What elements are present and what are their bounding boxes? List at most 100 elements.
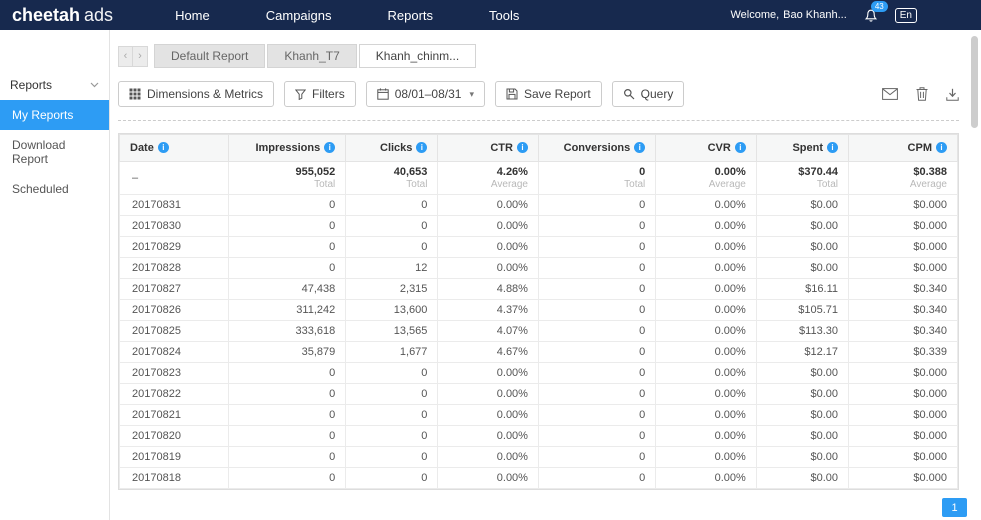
value-cell: $0.00 [755,425,850,447]
tab-bar: ‹ › Default Report Khanh_T7 Khanh_chinm... [118,44,959,68]
date-cell: 20170829 [119,236,229,258]
welcome-label: Welcome, [730,9,780,21]
totals-date-cell: – [119,161,229,195]
dimensions-metrics-button[interactable]: Dimensions & Metrics [118,81,275,107]
table-row[interactable]: 20170822 0 0 0.00% 0 0.00% $0.00 $0.000 [119,383,958,405]
sidebar-section-reports[interactable]: Reports [0,70,109,100]
value-cell: 0 [227,467,347,489]
value-cell: 4.07% [437,320,539,342]
mail-icon[interactable] [882,88,898,100]
language-selector[interactable]: En [894,7,917,23]
chevron-down-icon [90,82,99,88]
info-icon[interactable]: i [157,142,169,153]
value-cell: 0.00% [655,446,757,468]
value-cell: $0.00 [755,446,850,468]
value-cell: 4.67% [437,341,539,363]
nav-item-campaigns[interactable]: Campaigns [266,8,332,23]
value-cell: 13,565 [345,320,439,342]
date-cell: 20170820 [119,425,229,447]
column-header-spent[interactable]: Spent i [755,134,850,162]
table-row[interactable]: 20170824 35,879 1,677 4.67% 0 0.00% $12.17 $0.3… [119,341,958,363]
top-navbar: cheetah ads Home Campaigns Reports Tools We… [0,0,981,30]
tab-scroll-right-icon[interactable]: › [133,45,148,67]
column-header-ctr[interactable]: CTR i [437,134,539,162]
value-cell: 0 [227,362,347,384]
trash-icon[interactable] [916,87,928,101]
notification-bell-icon[interactable]: 43 [863,0,888,23]
nav-item-tools[interactable]: Tools [489,8,519,23]
toolbar-right-icons [882,87,959,101]
value-cell: 0.00% [437,383,539,405]
date-cell: 20170828 [119,257,229,279]
table-row[interactable]: 20170820 0 0 0.00% 0 0.00% $0.00 $0.000 [119,425,958,447]
table-row[interactable]: 20170819 0 0 0.00% 0 0.00% $0.00 $0.000 [119,446,958,468]
info-icon[interactable]: i [734,142,746,153]
info-icon[interactable]: i [416,142,428,153]
table-row[interactable]: 20170831 0 0 0.00% 0 0.00% $0.00 $0.000 [119,194,958,216]
sidebar-item-my-reports[interactable]: My Reports [0,100,109,130]
value-cell: 0.00% [437,215,539,237]
value-cell: 0.00% [655,257,757,279]
table-row[interactable]: 20170821 0 0 0.00% 0 0.00% $0.00 $0.000 [119,404,958,426]
pagination: 1 [942,498,967,517]
value-cell: 0.00% [655,215,757,237]
nav-item-reports[interactable]: Reports [388,8,434,23]
value-cell: 0 [345,404,439,426]
table-row[interactable]: 20170829 0 0 0.00% 0 0.00% $0.00 $0.000 [119,236,958,258]
sidebar-section-label: Reports [10,78,53,92]
table-row[interactable]: 20170828 0 12 0.00% 0 0.00% $0.00 $0.000 [119,257,958,279]
sidebar-item-scheduled[interactable]: Scheduled [0,174,109,204]
column-header-cpm[interactable]: CPM i [848,134,958,162]
table-row[interactable]: 20170830 0 0 0.00% 0 0.00% $0.00 $0.000 [119,215,958,237]
value-cell: $0.00 [755,467,850,489]
main-nav: Home Campaigns Reports Tools [175,8,519,23]
table-row[interactable]: 20170826 311,242 13,600 4.37% 0 0.00% $105.71 $… [119,299,958,321]
value-cell: $0.340 [848,320,958,342]
value-cell: 0 [345,383,439,405]
table-row[interactable]: 20170827 47,438 2,315 4.88% 0 0.00% $16.11 $0.3… [119,278,958,300]
value-cell: $0.000 [848,446,958,468]
value-cell: 0 [537,467,657,489]
sidebar-item-download-report[interactable]: Download Report [0,130,109,174]
column-label: CVR [707,142,731,154]
table-body: –955,052 Total 40,653 Total 4.26% Average 0 Tot… [119,161,958,489]
scrollbar[interactable] [971,36,978,514]
download-icon[interactable] [946,88,959,101]
tab-scroll-left-icon[interactable]: ‹ [118,45,133,67]
table-row[interactable]: 20170818 0 0 0.00% 0 0.00% $0.00 $0.000 [119,467,958,489]
info-icon[interactable]: i [827,142,838,153]
value-cell: 0 [227,194,347,216]
value-cell: 0 [537,278,657,300]
column-header-cvr[interactable]: CVR i [655,134,757,162]
date-range-picker[interactable]: 08/01–08/31 ▾ [365,81,485,107]
page-1-button[interactable]: 1 [942,498,967,517]
save-report-button[interactable]: Save Report [494,81,602,107]
value-cell: 0.00% [437,467,539,489]
tab-default-report[interactable]: Default Report [154,44,266,68]
tab-khanh-chinm[interactable]: Khanh_chinm... [358,44,477,68]
value-cell: $105.71 [755,299,850,321]
column-header-clicks[interactable]: Clicks i [345,134,439,162]
username: Bao Khanh... [783,9,847,21]
table-row[interactable]: 20170825 333,618 13,565 4.07% 0 0.00% $113.30 $… [119,320,958,342]
date-range-value: 08/01–08/31 [394,87,462,101]
filters-button[interactable]: Filters [284,81,356,107]
logo-text-bold: cheetah [12,4,81,25]
column-header-date[interactable]: Date i [119,134,229,162]
totals-cell: $0.388 Average [848,161,958,195]
info-icon[interactable]: i [324,142,336,153]
scrollbar-thumb[interactable] [971,36,978,128]
query-button[interactable]: Query [611,81,685,107]
value-cell: 0 [537,299,657,321]
info-icon[interactable]: i [516,142,528,153]
app: cheetah ads Home Campaigns Reports Tools We… [0,0,981,520]
value-cell: 0.00% [437,236,539,258]
info-icon[interactable]: i [936,142,947,153]
column-header-conversions[interactable]: Conversions i [537,134,657,162]
tab-khanh-t7[interactable]: Khanh_T7 [267,44,357,68]
column-header-impressions[interactable]: Impressions i [227,134,347,162]
table-row[interactable]: 20170823 0 0 0.00% 0 0.00% $0.00 $0.000 [119,362,958,384]
logo[interactable]: cheetah ads [12,5,113,26]
nav-item-home[interactable]: Home [175,8,210,23]
info-icon[interactable]: i [634,142,646,153]
